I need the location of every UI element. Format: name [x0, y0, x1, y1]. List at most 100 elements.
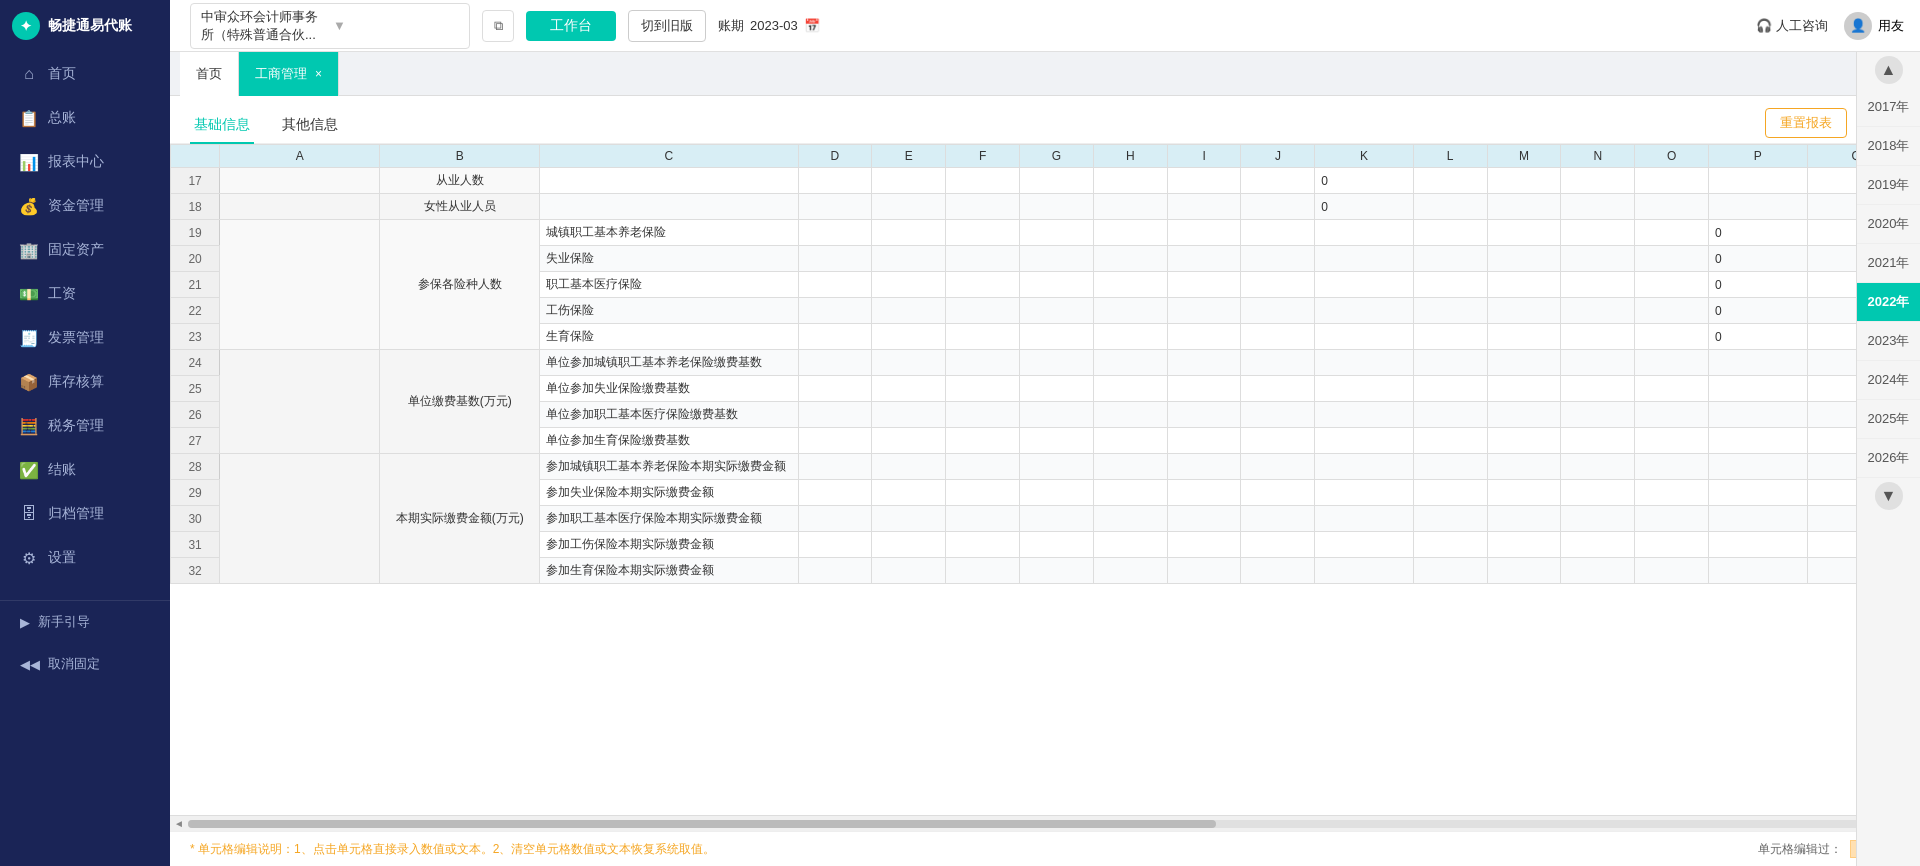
year-item-2025[interactable]: 2025年: [1857, 400, 1920, 439]
cell-30-k[interactable]: [1315, 506, 1413, 532]
cell-29-m[interactable]: [1487, 480, 1561, 506]
cell-31-i[interactable]: [1167, 532, 1241, 558]
cell-22-g[interactable]: [1020, 298, 1094, 324]
cell-22-f[interactable]: [946, 298, 1020, 324]
year-item-2022[interactable]: 2022年: [1857, 283, 1920, 322]
year-item-2018[interactable]: 2018年: [1857, 127, 1920, 166]
cell-25-j[interactable]: [1241, 376, 1315, 402]
tab-business[interactable]: 工商管理 ×: [239, 52, 339, 96]
cell-25-n[interactable]: [1561, 376, 1635, 402]
cell-24-n[interactable]: [1561, 350, 1635, 376]
year-item-2024[interactable]: 2024年: [1857, 361, 1920, 400]
cell-27-f[interactable]: [946, 428, 1020, 454]
cell-20-l[interactable]: [1413, 246, 1487, 272]
cell-23-h[interactable]: [1093, 324, 1167, 350]
cell-21-j[interactable]: [1241, 272, 1315, 298]
cell-23-e[interactable]: [872, 324, 946, 350]
cell-24-a[interactable]: [220, 350, 380, 454]
cell-19-c[interactable]: 城镇职工基本养老保险: [540, 220, 798, 246]
cell-30-d[interactable]: [798, 506, 872, 532]
cell-28-o[interactable]: [1635, 454, 1709, 480]
cell-22-h[interactable]: [1093, 298, 1167, 324]
cell-17-n[interactable]: [1561, 168, 1635, 194]
cell-27-k[interactable]: [1315, 428, 1413, 454]
cell-17-m[interactable]: [1487, 168, 1561, 194]
cell-23-p[interactable]: 0: [1709, 324, 1807, 350]
cell-17-h[interactable]: [1093, 168, 1167, 194]
cell-17-l[interactable]: [1413, 168, 1487, 194]
cell-28-c[interactable]: 参加城镇职工基本养老保险本期实际缴费金额: [540, 454, 798, 480]
cell-23-n[interactable]: [1561, 324, 1635, 350]
scroll-left-arrow[interactable]: ◄: [174, 818, 184, 829]
cell-17-g[interactable]: [1020, 168, 1094, 194]
cell-21-m[interactable]: [1487, 272, 1561, 298]
cell-28-a[interactable]: [220, 454, 380, 584]
cell-32-f[interactable]: [946, 558, 1020, 584]
cell-32-g[interactable]: [1020, 558, 1094, 584]
cell-19-e[interactable]: [872, 220, 946, 246]
cell-25-i[interactable]: [1167, 376, 1241, 402]
cell-23-k[interactable]: [1315, 324, 1413, 350]
cell-25-d[interactable]: [798, 376, 872, 402]
cell-29-j[interactable]: [1241, 480, 1315, 506]
cell-31-j[interactable]: [1241, 532, 1315, 558]
tab-close-icon[interactable]: ×: [315, 67, 322, 81]
spreadsheet-scroll[interactable]: A B C D E F G H I J K L M: [170, 144, 1906, 815]
cell-18-e[interactable]: [872, 194, 946, 220]
cell-30-j[interactable]: [1241, 506, 1315, 532]
cell-24-k[interactable]: [1315, 350, 1413, 376]
cell-20-i[interactable]: [1167, 246, 1241, 272]
sidebar-item-tax[interactable]: 🧮 税务管理: [0, 404, 170, 448]
cell-22-p[interactable]: 0: [1709, 298, 1807, 324]
cell-24-l[interactable]: [1413, 350, 1487, 376]
cell-22-d[interactable]: [798, 298, 872, 324]
tab-home[interactable]: 首页: [180, 52, 239, 96]
cell-19-f[interactable]: [946, 220, 1020, 246]
cell-24-d[interactable]: [798, 350, 872, 376]
cell-21-k[interactable]: [1315, 272, 1413, 298]
cell-23-l[interactable]: [1413, 324, 1487, 350]
cell-19-g[interactable]: [1020, 220, 1094, 246]
cell-24-m[interactable]: [1487, 350, 1561, 376]
cell-17-d[interactable]: [798, 168, 872, 194]
cell-27-p[interactable]: [1709, 428, 1807, 454]
user-area[interactable]: 👤 用友: [1844, 12, 1904, 40]
cell-17-i[interactable]: [1167, 168, 1241, 194]
cell-30-i[interactable]: [1167, 506, 1241, 532]
cell-21-p[interactable]: 0: [1709, 272, 1807, 298]
year-item-2021[interactable]: 2021年: [1857, 244, 1920, 283]
cell-28-l[interactable]: [1413, 454, 1487, 480]
cell-18-h[interactable]: [1093, 194, 1167, 220]
sub-tab-basic[interactable]: 基础信息: [190, 108, 254, 144]
cell-28-p[interactable]: [1709, 454, 1807, 480]
cell-30-h[interactable]: [1093, 506, 1167, 532]
cell-21-n[interactable]: [1561, 272, 1635, 298]
cell-29-k[interactable]: [1315, 480, 1413, 506]
cell-31-g[interactable]: [1020, 532, 1094, 558]
cell-22-i[interactable]: [1167, 298, 1241, 324]
cell-30-l[interactable]: [1413, 506, 1487, 532]
cell-32-e[interactable]: [872, 558, 946, 584]
cell-25-o[interactable]: [1635, 376, 1709, 402]
cell-17-f[interactable]: [946, 168, 1020, 194]
cell-23-j[interactable]: [1241, 324, 1315, 350]
cell-31-h[interactable]: [1093, 532, 1167, 558]
cell-21-g[interactable]: [1020, 272, 1094, 298]
cell-32-d[interactable]: [798, 558, 872, 584]
cell-19-o[interactable]: [1635, 220, 1709, 246]
cell-22-o[interactable]: [1635, 298, 1709, 324]
cell-20-o[interactable]: [1635, 246, 1709, 272]
cell-26-c[interactable]: 单位参加职工基本医疗保险缴费基数: [540, 402, 798, 428]
cell-19-a[interactable]: [220, 220, 380, 350]
cell-24-p[interactable]: [1709, 350, 1807, 376]
cell-17-a[interactable]: [220, 168, 380, 194]
cell-28-e[interactable]: [872, 454, 946, 480]
cell-20-d[interactable]: [798, 246, 872, 272]
cell-21-c[interactable]: 职工基本医疗保险: [540, 272, 798, 298]
cell-32-i[interactable]: [1167, 558, 1241, 584]
cell-26-k[interactable]: [1315, 402, 1413, 428]
cell-30-m[interactable]: [1487, 506, 1561, 532]
cell-19-h[interactable]: [1093, 220, 1167, 246]
cell-24-g[interactable]: [1020, 350, 1094, 376]
cell-17-o[interactable]: [1635, 168, 1709, 194]
